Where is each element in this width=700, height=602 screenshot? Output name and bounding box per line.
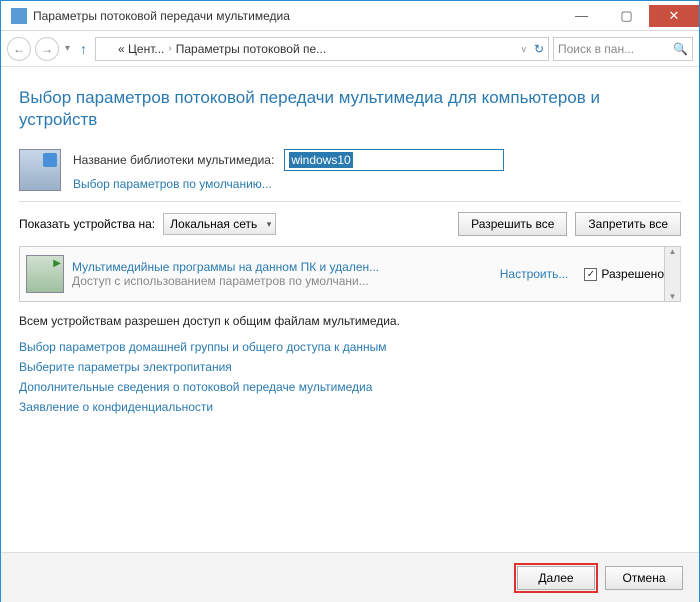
search-icon: 🔍 bbox=[673, 42, 688, 56]
library-row: Название библиотеки мультимедиа: windows… bbox=[19, 149, 681, 191]
device-list: Мультимедийные программы на данном ПК и … bbox=[19, 246, 681, 302]
content-area: Выбор параметров потоковой передачи муль… bbox=[1, 67, 699, 414]
homegroup-link[interactable]: Выбор параметров домашней группы и общег… bbox=[19, 340, 681, 354]
media-server-icon bbox=[19, 149, 61, 191]
page-title: Выбор параметров потоковой передачи муль… bbox=[19, 87, 681, 131]
related-links: Выбор параметров домашней группы и общег… bbox=[19, 340, 681, 414]
history-dropdown-icon[interactable]: ▾ bbox=[63, 43, 72, 54]
customize-link[interactable]: Настроить... bbox=[500, 267, 569, 281]
footer: Далее Отмена bbox=[1, 552, 699, 602]
scroll-up-icon: ▲ bbox=[669, 247, 677, 256]
forward-button[interactable]: → bbox=[35, 37, 59, 61]
show-devices-label: Показать устройства на: bbox=[19, 217, 155, 231]
maximize-button[interactable]: ▢ bbox=[604, 5, 649, 27]
breadcrumb-segment[interactable]: « Цент... bbox=[118, 42, 164, 56]
network-scope-combo[interactable]: Локальная сеть bbox=[163, 213, 276, 235]
app-icon bbox=[11, 8, 27, 24]
status-text: Всем устройствам разрешен доступ к общим… bbox=[19, 314, 681, 328]
window-title: Параметры потоковой передачи мультимедиа bbox=[33, 9, 559, 23]
more-info-link[interactable]: Дополнительные сведения о потоковой пере… bbox=[19, 380, 681, 394]
defaults-link[interactable]: Выбор параметров по умолчанию... bbox=[73, 177, 272, 191]
device-name: Мультимедийные программы на данном ПК и … bbox=[72, 260, 484, 274]
minimize-button[interactable]: — bbox=[559, 5, 604, 27]
device-access: Доступ с использованием параметров по ум… bbox=[72, 274, 484, 288]
up-button[interactable]: ↑ bbox=[76, 41, 91, 57]
privacy-link[interactable]: Заявление о конфиденциальности bbox=[19, 400, 681, 414]
chevron-right-icon: › bbox=[168, 43, 171, 54]
titlebar: Параметры потоковой передачи мультимедиа… bbox=[1, 1, 699, 31]
breadcrumb-segment[interactable]: Параметры потоковой пе... bbox=[176, 42, 326, 56]
next-button[interactable]: Далее bbox=[517, 566, 595, 590]
search-placeholder: Поиск в пан... bbox=[558, 42, 669, 56]
scrollbar[interactable]: ▲▼ bbox=[664, 247, 680, 301]
show-devices-row: Показать устройства на: Локальная сеть Р… bbox=[19, 212, 681, 236]
address-bar[interactable]: « Цент... › Параметры потоковой пе... v … bbox=[95, 37, 549, 61]
allow-all-button[interactable]: Разрешить все bbox=[458, 212, 567, 236]
allowed-label: Разрешено bbox=[601, 267, 664, 281]
device-icon bbox=[26, 255, 64, 293]
search-input[interactable]: Поиск в пан... 🔍 bbox=[553, 37, 693, 61]
cancel-button[interactable]: Отмена bbox=[605, 566, 683, 590]
device-item[interactable]: Мультимедийные программы на данном ПК и … bbox=[72, 260, 484, 288]
scroll-down-icon: ▼ bbox=[669, 292, 677, 301]
nav-toolbar: ← → ▾ ↑ « Цент... › Параметры потоковой … bbox=[1, 31, 699, 67]
power-link[interactable]: Выберите параметры электропитания bbox=[19, 360, 681, 374]
library-label: Название библиотеки мультимедиа: bbox=[73, 153, 274, 167]
close-button[interactable]: ✕ bbox=[649, 5, 699, 27]
block-all-button[interactable]: Запретить все bbox=[575, 212, 681, 236]
library-name-input[interactable]: windows10 bbox=[284, 149, 504, 171]
location-icon bbox=[100, 42, 114, 56]
allowed-checkbox[interactable]: ✓ Разрешено bbox=[584, 267, 664, 281]
back-button[interactable]: ← bbox=[7, 37, 31, 61]
address-dropdown-icon[interactable]: v bbox=[521, 44, 526, 54]
checkbox-icon: ✓ bbox=[584, 268, 597, 281]
divider bbox=[19, 201, 681, 202]
refresh-icon[interactable]: ↻ bbox=[534, 42, 544, 56]
